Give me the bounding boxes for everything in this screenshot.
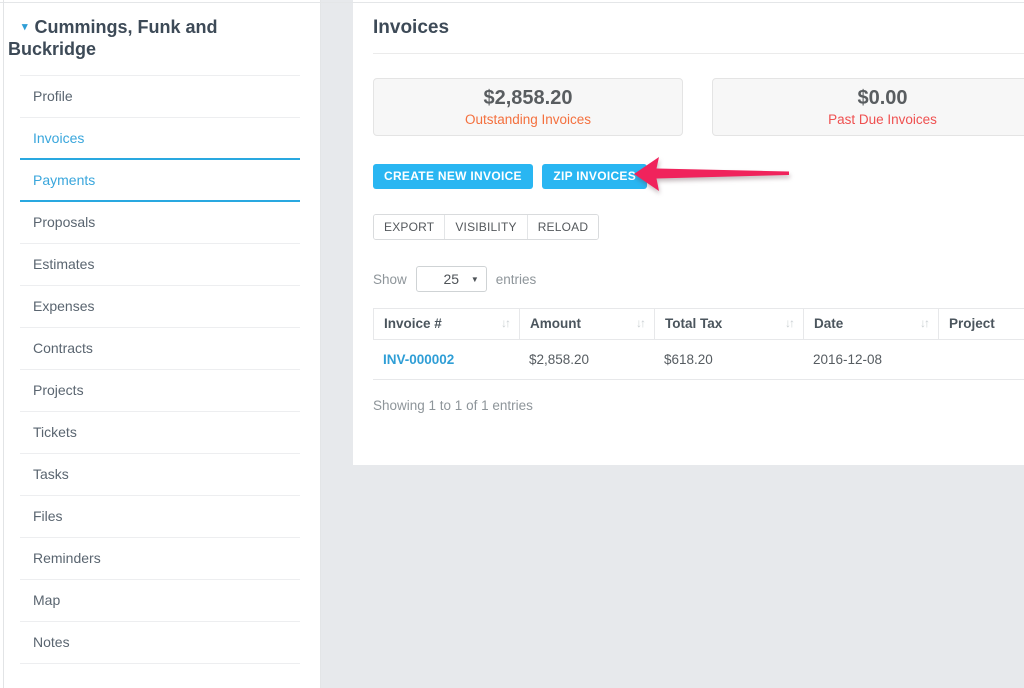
outstanding-label: Outstanding Invoices — [464, 112, 592, 127]
invoice-number-cell: INV-000002 — [373, 352, 519, 367]
past-due-invoices-card: $0.00 Past Due Invoices — [712, 78, 1024, 136]
sidebar-item-label: Files — [33, 508, 63, 524]
sidebar-item[interactable]: Files — [20, 496, 300, 538]
sidebar-item-label: Projects — [33, 382, 84, 398]
sidebar-item[interactable]: Tasks — [20, 454, 300, 496]
primary-actions-row: CREATE NEW INVOICE ZIP INVOICES — [373, 157, 1024, 191]
sidebar-item-label: Map — [33, 592, 61, 608]
sort-icon[interactable] — [920, 309, 928, 338]
table-header-row: Invoice # Amount Total Tax Date — [373, 308, 1024, 340]
table-column-header[interactable]: Project — [938, 309, 1024, 339]
past-due-amount: $0.00 — [857, 87, 908, 109]
past-due-label: Past Due Invoices — [828, 112, 937, 127]
sidebar-item[interactable]: Projects — [20, 370, 300, 412]
outstanding-amount: $2,858.20 — [483, 87, 573, 109]
select-caret-icon — [471, 275, 479, 284]
sort-icon[interactable] — [636, 309, 644, 338]
sidebar-item-label: Payments — [33, 172, 96, 188]
table-column-header[interactable]: Invoice # — [373, 309, 519, 339]
table-column-header[interactable]: Date — [803, 309, 938, 339]
sidebar-item[interactable]: Estimates — [20, 244, 300, 286]
show-label: Show — [373, 271, 407, 287]
sidebar-item[interactable]: Map — [20, 580, 300, 622]
table-row: INV-000002 $2,858.20 $618.20 2016-12-08 — [373, 340, 1024, 380]
sidebar-item-label: Expenses — [33, 298, 95, 314]
invoices-table: Invoice # Amount Total Tax Date — [373, 308, 1024, 380]
table-toolbar: EXPORT VISIBILITY RELOAD — [373, 214, 600, 240]
sidebar-item-label: Contracts — [33, 340, 93, 356]
entries-label: entries — [495, 271, 537, 287]
column-label: Date — [814, 316, 844, 331]
sidebar-item-label: Reminders — [33, 550, 101, 566]
window-top-edge — [0, 2, 1024, 3]
sidebar-item-label: Notes — [33, 634, 70, 650]
column-label: Project — [949, 316, 995, 331]
annotation-arrow-left-icon — [634, 157, 789, 191]
sidebar-item[interactable]: Invoices — [20, 118, 300, 160]
chevron-down-icon — [22, 16, 28, 38]
column-label: Total Tax — [665, 316, 723, 331]
entries-select[interactable]: 25 — [415, 266, 487, 292]
column-label: Invoice # — [384, 316, 442, 331]
entries-select-value: 25 — [443, 271, 460, 287]
sidebar-item-label: Invoices — [33, 130, 85, 146]
date-cell: 2016-12-08 — [813, 352, 883, 367]
column-label: Amount — [530, 316, 581, 331]
sidebar-item[interactable]: Contracts — [20, 328, 300, 370]
sidebar-item[interactable]: Proposals — [20, 202, 300, 244]
table-info-text: Showing 1 to 1 of 1 entries — [373, 398, 533, 413]
sidebar-item-label: Tickets — [33, 424, 77, 440]
app-window: Cummings, Funk and Buckridge Profile Inv… — [0, 0, 1024, 688]
sidebar-menu: Profile Invoices Payments Proposals Esti… — [20, 75, 300, 664]
page-title: Invoices — [373, 17, 450, 38]
table-column-header[interactable]: Total Tax — [654, 309, 803, 339]
invoice-link[interactable]: INV-000002 — [383, 352, 454, 367]
sidebar-item-label: Proposals — [33, 214, 96, 230]
sidebar-item[interactable]: Profile — [20, 76, 300, 118]
summary-cards: $2,858.20 Outstanding Invoices $0.00 Pas… — [373, 78, 1024, 136]
table-column-header[interactable]: Amount — [519, 309, 654, 339]
window-left-edge — [3, 0, 4, 688]
sidebar-item-label: Tasks — [33, 466, 69, 482]
sidebar-item[interactable]: Expenses — [20, 286, 300, 328]
sidebar-item[interactable]: Notes — [20, 622, 300, 664]
toolbar-button[interactable]: VISIBILITY — [444, 215, 527, 239]
sidebar-item[interactable]: Payments — [20, 160, 300, 202]
invoices-panel: Invoices $2,858.20 Outstanding Invoices … — [353, 0, 1024, 465]
sort-icon[interactable] — [501, 309, 509, 338]
toolbar-button[interactable]: EXPORT — [374, 215, 445, 239]
toolbar-button[interactable]: RELOAD — [526, 215, 599, 239]
client-name-header[interactable]: Cummings, Funk and Buckridge — [0, 0, 320, 60]
sidebar-item[interactable]: Reminders — [20, 538, 300, 580]
sidebar-item[interactable]: Tickets — [20, 412, 300, 454]
outstanding-invoices-card: $2,858.20 Outstanding Invoices — [373, 78, 683, 136]
entries-length-row: Show 25 entries — [373, 266, 1024, 292]
client-name: Cummings, Funk and Buckridge — [8, 17, 218, 59]
sidebar-item-label: Estimates — [33, 256, 95, 272]
amount-cell: $2,858.20 — [529, 352, 590, 367]
sort-icon[interactable] — [785, 309, 793, 338]
client-sidebar: Cummings, Funk and Buckridge Profile Inv… — [0, 0, 321, 688]
total-tax-cell: $618.20 — [664, 352, 713, 367]
title-divider — [373, 53, 1024, 54]
sidebar-item-label: Profile — [33, 88, 73, 104]
create-new-invoice-button[interactable]: CREATE NEW INVOICE — [373, 164, 533, 189]
